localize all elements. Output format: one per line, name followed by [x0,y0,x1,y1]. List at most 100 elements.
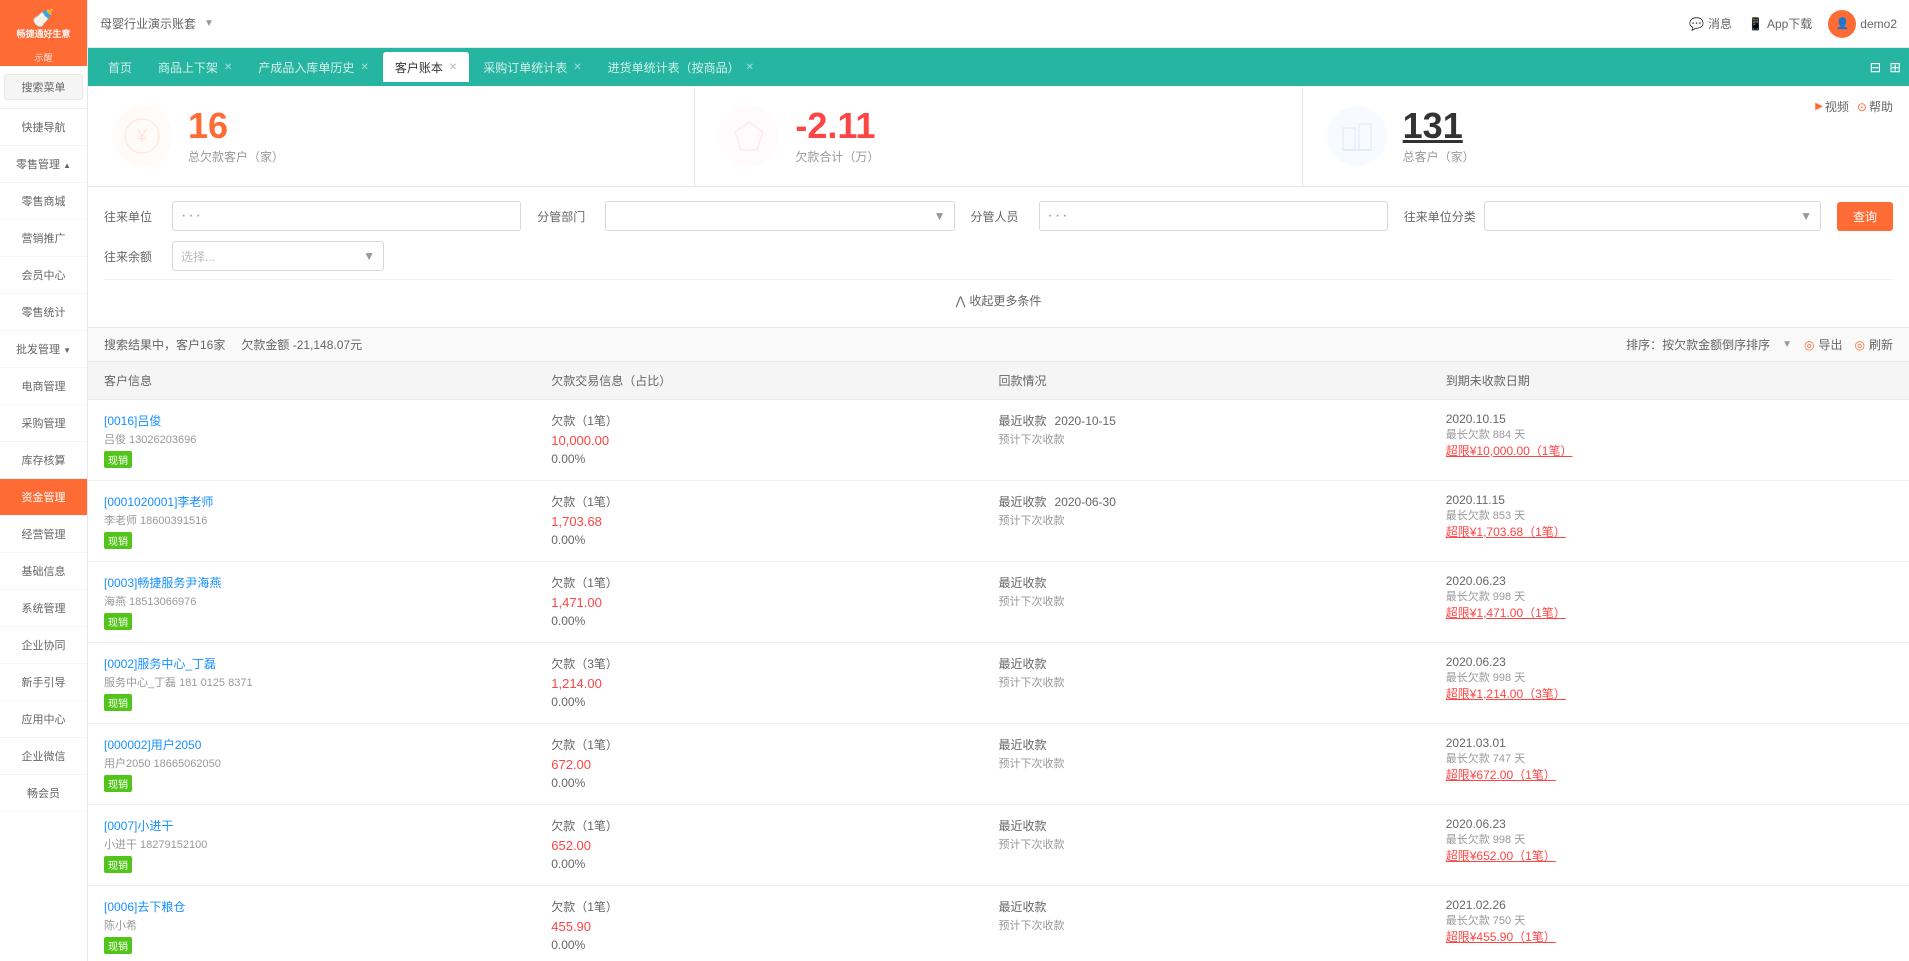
tab-close-product-shelf[interactable]: ✕ [224,62,232,73]
last-pay-label: 最近收款 [999,574,1047,591]
query-button[interactable]: 查询 [1837,202,1893,231]
customer-name-link[interactable]: [0001020001]李老师 [104,495,213,509]
unit-category-select[interactable]: ▼ [1484,201,1821,231]
sidebar-item-retail-mgmt[interactable]: 零售管理 ▲ [0,146,87,183]
customer-name-link[interactable]: [0016]吕俊 [104,414,161,428]
tab-close-product-history[interactable]: ✕ [360,62,368,73]
next-pay-label: 预计下次收款 [999,512,1446,528]
customer-tag: 现销 [104,532,132,549]
overdue-days: 最长欠款 998 天 [1446,588,1893,604]
overdue-amount-link[interactable]: 超限¥455.90（1笔） [1446,930,1556,944]
customer-info-col: [0016]吕俊 吕俊 13026203696 现销 [104,412,551,468]
tabs-actions: ⊟ ⊞ [1870,59,1901,76]
total-customers-number: 131 [1403,108,1475,144]
sidebar-item-purchase[interactable]: 采购管理 [0,405,87,442]
due-date: 2021.03.01 [1446,736,1893,750]
tab-customer-account[interactable]: 客户账本 ✕ [383,52,469,82]
sidebar-item-finance[interactable]: 资金管理 [0,479,87,516]
overdue-amount-link[interactable]: 超限¥1,471.00（1笔） [1446,606,1566,620]
next-pay-label: 预计下次收款 [999,836,1446,852]
person-input[interactable]: ··· [1039,201,1388,231]
next-pay-label: 预计下次收款 [999,755,1446,771]
sidebar-item-member[interactable]: 会员中心 [0,257,87,294]
next-pay-label: 预计下次收款 [999,917,1446,933]
video-icon: ▶ [1815,101,1823,112]
export-button[interactable]: ◎ 导出 [1804,336,1843,353]
table-row: [0003]畅捷服务尹海燕 海燕 18513066976 现销 欠款（1笔） 1… [88,562,1909,643]
sidebar-item-inventory[interactable]: 库存核算 [0,442,87,479]
tab-stock-stats[interactable]: 进货单统计表（按商品） ✕ [596,52,766,82]
col-header-debt: 欠款交易信息（占比） [551,372,998,389]
app-download-button[interactable]: 📱 App下载 [1748,15,1812,32]
logo-icon: 🍼 [32,8,54,30]
tab-close-purchase-order[interactable]: ✕ [573,62,581,73]
table-header: 客户信息 欠款交易信息（占比） 回款情况 到期未收款日期 [88,362,1909,400]
overdue-days: 最长欠款 998 天 [1446,831,1893,847]
customer-phone: 海燕 18513066976 [104,593,551,609]
stat-card-total-customers: 131 总客户（家） ▶ 视频 ⊙ 帮助 [1303,86,1909,186]
customer-tag: 现销 [104,937,132,954]
customer-info-col: [0003]畅捷服务尹海燕 海燕 18513066976 现销 [104,574,551,630]
message-button[interactable]: 💬 消息 [1689,15,1732,32]
debt-amount: 10,000.00 [551,433,998,448]
table-row: [0007]小进干 小进干 18279152100 现销 欠款（1笔） 652.… [88,805,1909,886]
sidebar-item-ecommerce[interactable]: 电商管理 [0,368,87,405]
source-unit-input[interactable]: ··· [172,201,521,231]
tabs-minimize-icon[interactable]: ⊟ [1870,59,1882,76]
debt-amount: 652.00 [551,838,998,853]
debt-info-col: 欠款（1笔） 672.00 0.00% [551,736,998,790]
tab-close-customer-account[interactable]: ✕ [449,62,457,73]
debt-percent: 0.00% [551,776,998,790]
sidebar-item-basic-info[interactable]: 基础信息 [0,553,87,590]
customer-name-link[interactable]: [0002]服务中心_丁磊 [104,657,216,671]
overdue-amount-link[interactable]: 超限¥1,214.00（3笔） [1446,687,1566,701]
sidebar-item-system[interactable]: 系统管理 [0,590,87,627]
collapse-button[interactable]: ⋀ 收起更多条件 [104,288,1893,313]
tab-home[interactable]: 首页 [96,52,144,82]
search-menu-button[interactable]: 搜索菜单 [4,74,83,100]
tab-product-history[interactable]: 产成品入库单历史 ✕ [246,52,380,82]
debt-count: 欠款（1笔） [551,412,998,429]
customer-name-link[interactable]: [000002]用户2050 [104,738,201,752]
sidebar-item-retail-stats[interactable]: 零售统计 [0,294,87,331]
sidebar-item-chang-member[interactable]: 畅会员 [0,775,87,812]
tabs-bar: 首页 商品上下架 ✕ 产成品入库单历史 ✕ 客户账本 ✕ 采购订单统计表 ✕ 进… [88,48,1909,86]
balance-select[interactable]: 选择... ▼ [172,241,384,271]
overdue-amount-link[interactable]: 超限¥1,703.68（1笔） [1446,525,1566,539]
sidebar-item-enterprise-wechat[interactable]: 企业微信 [0,738,87,775]
tab-purchase-order[interactable]: 采购订单统计表 ✕ [471,52,593,82]
overdue-days: 最长欠款 750 天 [1446,912,1893,928]
sidebar-item-operation[interactable]: 经营管理 [0,516,87,553]
col-header-due: 到期未收款日期 [1446,372,1893,389]
sidebar-item-wholesale[interactable]: 批发管理 ▼ [0,331,87,368]
sidebar-item-marketing[interactable]: 营销推广 [0,220,87,257]
last-pay-label: 最近收款 [999,817,1047,834]
sidebar-item-newbie[interactable]: 新手引导 [0,664,87,701]
overdue-days: 最长欠款 998 天 [1446,669,1893,685]
debt-customers-number: 16 [188,108,284,144]
sidebar-item-enterprise-coop[interactable]: 企业协同 [0,627,87,664]
customer-tag: 现销 [104,451,132,468]
debt-percent: 0.00% [551,857,998,871]
customer-name-link[interactable]: [0006]去下粮仓 [104,900,185,914]
help-action[interactable]: ⊙ 帮助 [1857,98,1893,115]
sidebar-item-quick-nav[interactable]: 快捷导航 [0,109,87,146]
debt-total-label: 欠款合计（万） [795,148,879,165]
sidebar-item-retail-mall[interactable]: 零售商城 [0,183,87,220]
chevron-down-icon: ▲ [63,161,71,170]
debt-count: 欠款（1笔） [551,736,998,753]
tabs-expand-icon[interactable]: ⊞ [1889,59,1901,76]
video-action[interactable]: ▶ 视频 [1815,98,1849,115]
user-avatar-area[interactable]: 👤 demo2 [1828,10,1897,38]
customer-name-link[interactable]: [0007]小进干 [104,819,173,833]
tab-product-shelf[interactable]: 商品上下架 ✕ [146,52,244,82]
customer-name-link[interactable]: [0003]畅捷服务尹海燕 [104,576,221,590]
overdue-amount-link[interactable]: 超限¥672.00（1笔） [1446,768,1556,782]
dept-select[interactable]: ▼ [605,201,954,231]
due-col: 2020.06.23 最长欠款 998 天 超限¥1,214.00（3笔） [1446,655,1893,702]
sidebar-item-app-center[interactable]: 应用中心 [0,701,87,738]
refresh-button[interactable]: ◎ 刷新 [1855,336,1894,353]
overdue-amount-link[interactable]: 超限¥652.00（1笔） [1446,849,1556,863]
tab-close-stock-stats[interactable]: ✕ [746,62,754,73]
overdue-amount-link[interactable]: 超限¥10,000.00（1笔） [1446,444,1573,458]
